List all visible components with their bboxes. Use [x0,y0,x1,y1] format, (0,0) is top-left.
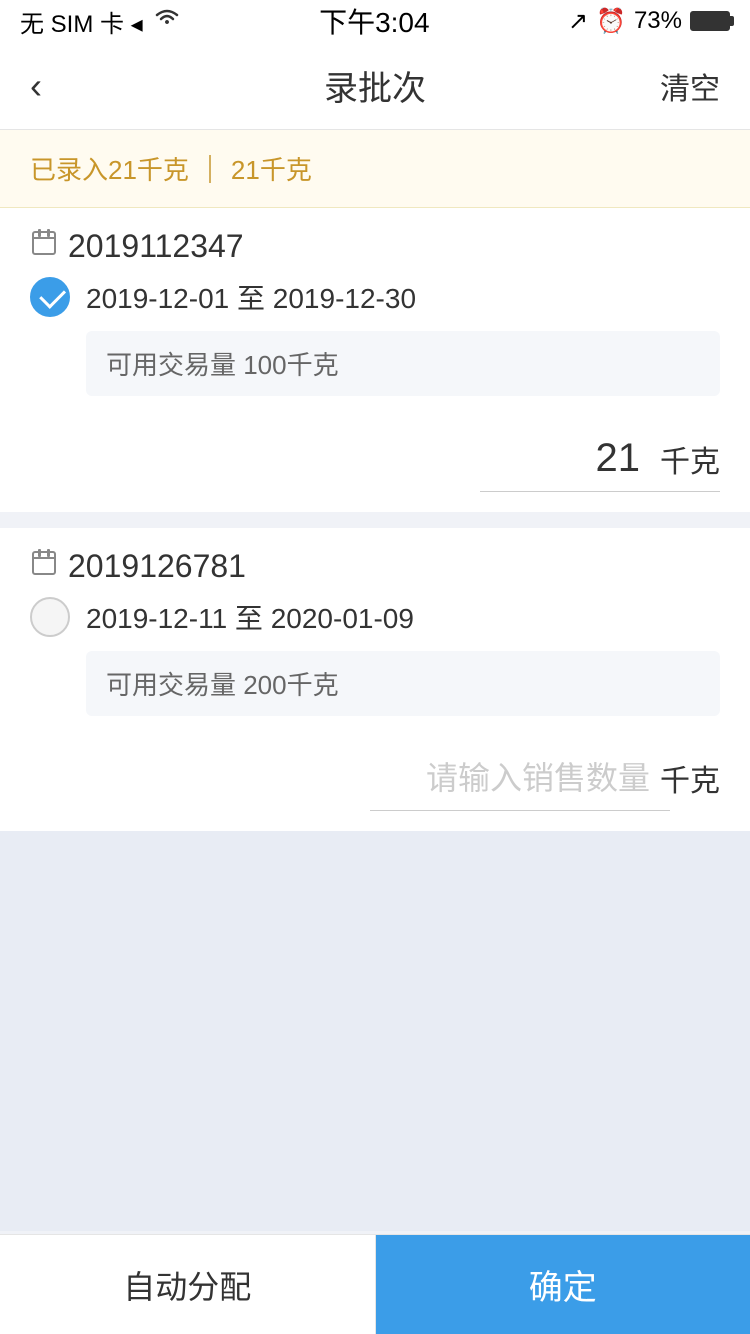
batch-icon-1 [30,229,58,264]
batch-id-2: 2019126781 [68,548,246,585]
info-divider [209,155,211,183]
batch-date-row-1[interactable]: 2019-12-01 至 2019-12-30 [30,277,720,317]
batch-availability-1: 可用交易量 100千克 [86,331,720,396]
batch-header-1: 2019112347 [30,228,720,265]
quantity-value-1: 21 [596,436,641,481]
batch-header-2: 2019126781 [30,548,720,585]
page-title: 录批次 [324,61,426,110]
quantity-input-2[interactable] [350,760,650,797]
clear-button[interactable]: 清空 [660,64,720,108]
input-row-2: 千克 [0,736,750,810]
confirm-button[interactable]: 确定 [376,1235,750,1334]
sim-status: 无 SIM 卡 ◂ [20,4,143,39]
quantity-underline-1 [480,491,720,492]
batch-date-2: 2019-12-11 至 2020-01-09 [86,597,414,637]
input-unit-2: 千克 [660,756,720,800]
bottom-bar: 自动分配 确定 [0,1234,750,1334]
content-area: 2019112347 2019-12-01 至 2019-12-30 可用交易量… [0,208,750,1331]
battery-percent: 73% [634,7,682,35]
batch-item-1: 2019112347 2019-12-01 至 2019-12-30 可用交易量… [0,208,750,416]
alarm-icon: ⏰ [596,7,626,36]
batch-item-2: 2019126781 2019-12-11 至 2020-01-09 可用交易量… [0,528,750,736]
status-left: 无 SIM 卡 ◂ [20,4,181,39]
gray-area [0,831,750,1231]
section-divider [0,512,750,528]
status-bar: 无 SIM 卡 ◂ 下午3:04 ↗ ⏰ 73% [0,0,750,42]
batch-id-1: 2019112347 [68,228,244,265]
auto-distribute-button[interactable]: 自动分配 [0,1235,376,1334]
batch-icon-2 [30,549,58,584]
quantity-row-1: 21 千克 [0,416,750,491]
location-icon: ↗ [568,7,588,36]
input-underline-2 [370,810,670,811]
nav-bar: ‹ 录批次 清空 [0,42,750,130]
time-display: 下午3:04 [319,1,430,41]
radio-btn-1[interactable] [30,277,70,317]
info-bar: 已录入21千克 21千克 [0,130,750,208]
battery-icon [690,11,730,31]
radio-btn-2[interactable] [30,597,70,637]
back-button[interactable]: ‹ [30,65,90,107]
batch-date-1: 2019-12-01 至 2019-12-30 [86,277,416,317]
info-label: 已录入21千克 [30,150,189,187]
batch-date-row-2[interactable]: 2019-12-11 至 2020-01-09 [30,597,720,637]
info-value: 21千克 [231,150,312,187]
wifi-icon [153,7,181,35]
status-right: ↗ ⏰ 73% [568,7,730,36]
quantity-unit-1: 千克 [660,437,720,481]
batch-availability-2: 可用交易量 200千克 [86,651,720,716]
